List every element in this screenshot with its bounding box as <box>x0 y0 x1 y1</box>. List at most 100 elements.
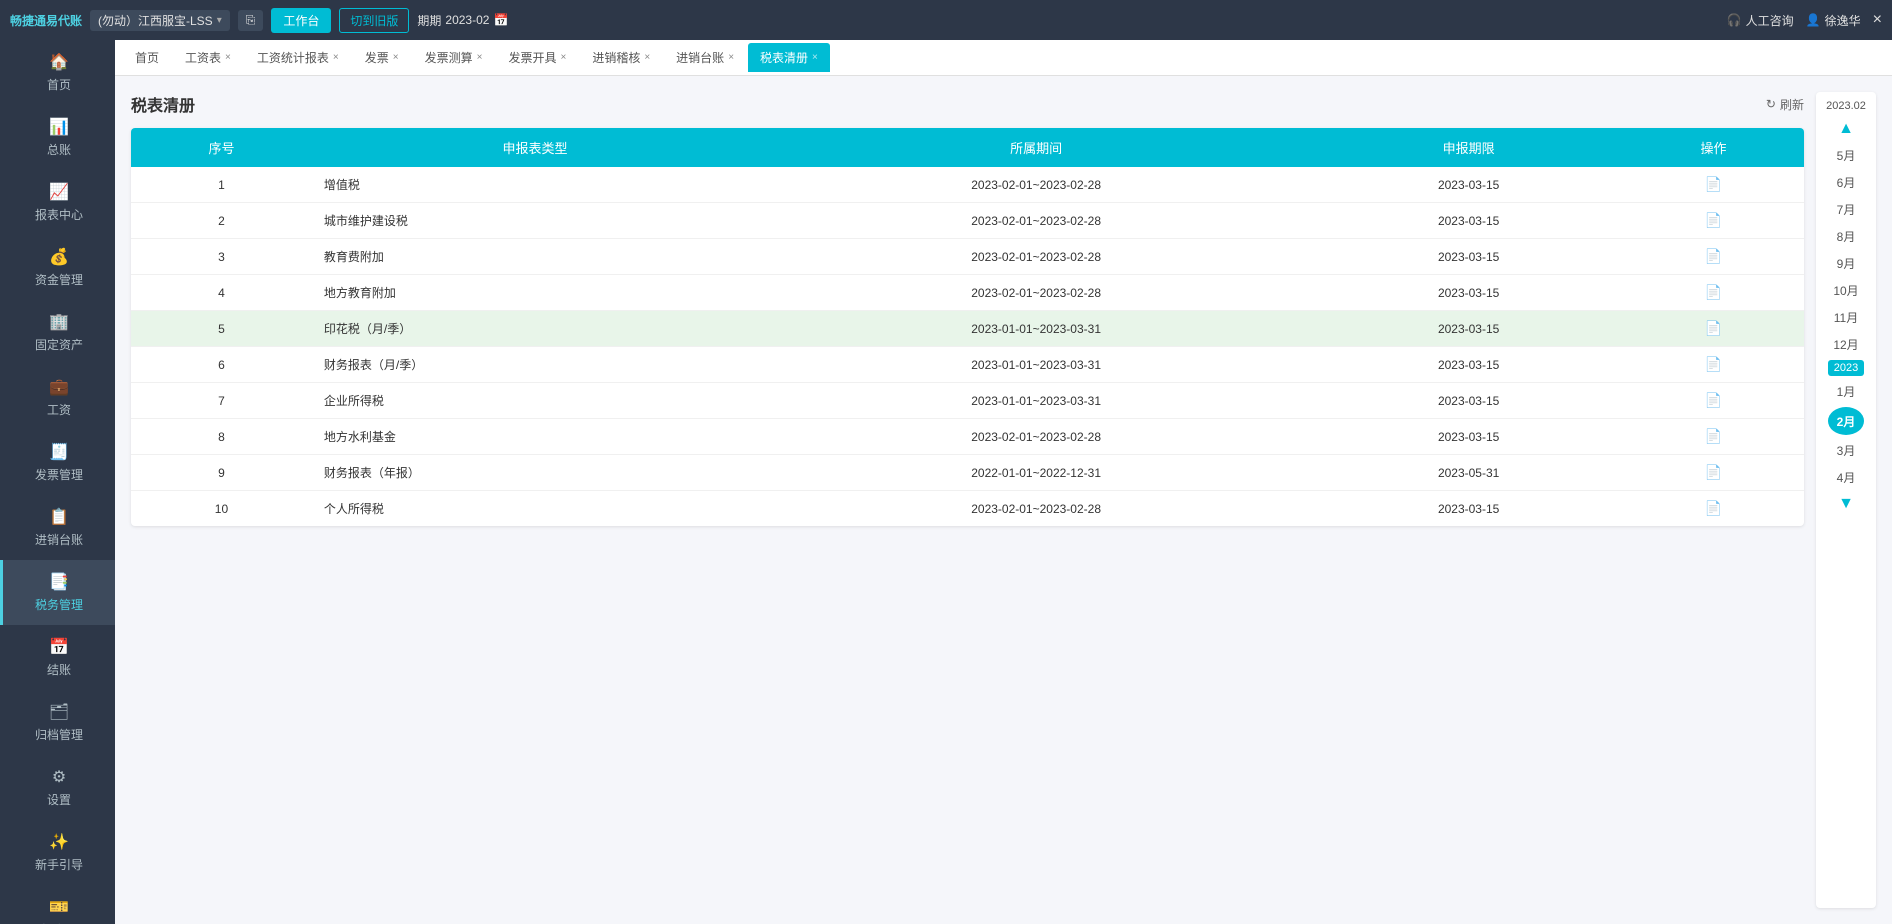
sidebar-item-close[interactable]: 📅 结账 <box>0 625 115 690</box>
cell-action[interactable]: 📄 <box>1623 311 1804 347</box>
workspace-button[interactable]: 工作台 <box>271 8 331 33</box>
company-name: (勿动）江西服宝-LSS <box>98 12 213 29</box>
tab-invoice[interactable]: 发票× <box>353 43 411 72</box>
tab-purchase-ledger[interactable]: 进销台账× <box>664 43 746 72</box>
period-month-2月[interactable]: 2月 <box>1828 407 1864 435</box>
cell-deadline: 2023-05-31 <box>1314 455 1623 491</box>
tab-tax-list[interactable]: 税表清册× <box>748 43 830 72</box>
archive-icon: 🗂 <box>49 702 69 722</box>
period-month-4月[interactable]: 4月 <box>1824 464 1868 491</box>
sidebar-label-invoice: 发票管理 <box>35 466 83 483</box>
tab-salary-report[interactable]: 工资统计报表× <box>245 43 351 72</box>
assets-icon: 🏢 <box>49 312 69 332</box>
period-month-prev-9月[interactable]: 9月 <box>1824 250 1868 277</box>
sidebar-item-assets[interactable]: 🏢 固定资产 <box>0 300 115 365</box>
period-month-prev-8月[interactable]: 8月 <box>1824 223 1868 250</box>
period-month-prev-10月[interactable]: 10月 <box>1824 277 1868 304</box>
sidebar-item-salary[interactable]: 💼 工资 <box>0 365 115 430</box>
sidebar-label-assets: 固定资产 <box>35 336 83 353</box>
period-up-nav[interactable]: ▲ <box>1834 116 1858 142</box>
human-consult[interactable]: 🎧 人工咨询 <box>1727 12 1794 29</box>
cell-period: 2023-02-01~2023-02-28 <box>758 167 1314 203</box>
cell-action[interactable]: 📄 <box>1623 347 1804 383</box>
period-value: 2023-02 <box>445 13 489 27</box>
tab-close-tax-list[interactable]: × <box>812 52 818 63</box>
tab-close-purchase-ledger[interactable]: × <box>728 52 734 63</box>
page-header: 税表清册 ↻ 刷新 <box>131 92 1804 116</box>
cell-action[interactable]: 📄 <box>1623 275 1804 311</box>
tab-close-invoice-calc[interactable]: × <box>477 52 483 63</box>
cell-action[interactable]: 📄 <box>1623 203 1804 239</box>
tab-close-invoice-open[interactable]: × <box>560 52 566 63</box>
period-month-prev-5月[interactable]: 5月 <box>1824 142 1868 169</box>
action-icon[interactable]: 📄 <box>1705 176 1722 192</box>
cell-action[interactable]: 📄 <box>1623 491 1804 527</box>
sidebar-item-tax[interactable]: 📑 税务管理 <box>0 560 115 625</box>
sidebar-item-settings[interactable]: ⚙ 设置 <box>0 755 115 820</box>
tab-close-salary[interactable]: × <box>225 52 231 63</box>
cell-period: 2022-01-01~2022-12-31 <box>758 455 1314 491</box>
tab-purchase-check[interactable]: 进销稽核× <box>580 43 662 72</box>
period-month-prev-6月[interactable]: 6月 <box>1824 169 1868 196</box>
action-icon[interactable]: 📄 <box>1705 428 1722 444</box>
sidebar-item-ledger[interactable]: 📊 总账 <box>0 105 115 170</box>
refresh-button[interactable]: ↻ 刷新 <box>1766 96 1804 113</box>
tab-close-purchase-check[interactable]: × <box>644 52 650 63</box>
sidebar-label-purchase: 进销台账 <box>35 531 83 548</box>
sidebar-item-member[interactable]: 🎫 畅会员 <box>0 885 115 924</box>
period-month-prev-11月[interactable]: 11月 <box>1824 304 1868 331</box>
sidebar-item-funds[interactable]: 💰 资金管理 <box>0 235 115 300</box>
sidebar-label-funds: 资金管理 <box>35 271 83 288</box>
tab-invoice-open[interactable]: 发票开具× <box>496 43 578 72</box>
period-down-nav[interactable]: ▼ <box>1834 491 1858 517</box>
period-month-prev-12月[interactable]: 12月 <box>1824 331 1868 358</box>
cell-action[interactable]: 📄 <box>1623 167 1804 203</box>
tab-close-invoice[interactable]: × <box>393 52 399 63</box>
tab-home[interactable]: 首页 <box>123 43 171 72</box>
period-month-prev-7月[interactable]: 7月 <box>1824 196 1868 223</box>
username-label: 徐逸华 <box>1825 12 1861 29</box>
sidebar-label-ledger: 总账 <box>47 141 71 158</box>
cell-no: 7 <box>131 383 312 419</box>
sidebar-item-invoice[interactable]: 🧾 发票管理 <box>0 430 115 495</box>
cell-no: 3 <box>131 239 312 275</box>
period-month-1月[interactable]: 1月 <box>1824 378 1868 405</box>
sidebar-item-report[interactable]: 📈 报表中心 <box>0 170 115 235</box>
refresh-label: 刷新 <box>1780 96 1804 113</box>
sidebar-item-archive[interactable]: 🗂 归档管理 <box>0 690 115 755</box>
sidebar-label-tax: 税务管理 <box>35 596 83 613</box>
sidebar-item-home[interactable]: 🏠 首页 <box>0 40 115 105</box>
action-icon[interactable]: 📄 <box>1705 284 1722 300</box>
company-selector[interactable]: (勿动）江西服宝-LSS ▾ <box>90 10 230 31</box>
action-icon[interactable]: 📄 <box>1705 212 1722 228</box>
close-button[interactable]: × <box>1873 11 1882 29</box>
action-icon[interactable]: 📄 <box>1705 392 1722 408</box>
cell-action[interactable]: 📄 <box>1623 455 1804 491</box>
switch-old-button[interactable]: 切到旧版 <box>339 8 409 33</box>
cell-type: 个人所得税 <box>312 491 758 527</box>
tab-salary[interactable]: 工资表× <box>173 43 243 72</box>
copy-icon-btn[interactable]: ⎘ <box>238 10 264 31</box>
cell-action[interactable]: 📄 <box>1623 383 1804 419</box>
sidebar-item-guide[interactable]: ✨ 新手引导 <box>0 820 115 885</box>
cell-action[interactable]: 📄 <box>1623 419 1804 455</box>
guide-icon: ✨ <box>49 832 69 852</box>
action-icon[interactable]: 📄 <box>1705 464 1722 480</box>
period-year-2023: 2023 <box>1828 360 1864 376</box>
period-month-3月[interactable]: 3月 <box>1824 437 1868 464</box>
action-icon[interactable]: 📄 <box>1705 248 1722 264</box>
tab-invoice-calc[interactable]: 发票测算× <box>413 43 495 72</box>
tab-close-salary-report[interactable]: × <box>333 52 339 63</box>
funds-icon: 💰 <box>49 247 69 267</box>
page-title: 税表清册 <box>131 92 195 116</box>
action-icon[interactable]: 📄 <box>1705 356 1722 372</box>
sidebar-item-purchase[interactable]: 📋 进销台账 <box>0 495 115 560</box>
calendar-icon[interactable]: 📅 <box>493 13 508 27</box>
action-icon[interactable]: 📄 <box>1705 320 1722 336</box>
user-profile[interactable]: 👤 徐逸华 <box>1806 12 1861 29</box>
table-row: 4 地方教育附加 2023-02-01~2023-02-28 2023-03-1… <box>131 275 1804 311</box>
cell-action[interactable]: 📄 <box>1623 239 1804 275</box>
action-icon[interactable]: 📄 <box>1705 500 1722 516</box>
period-display: 期期 2023-02 📅 <box>417 12 508 29</box>
tab-label-home: 首页 <box>135 49 159 66</box>
